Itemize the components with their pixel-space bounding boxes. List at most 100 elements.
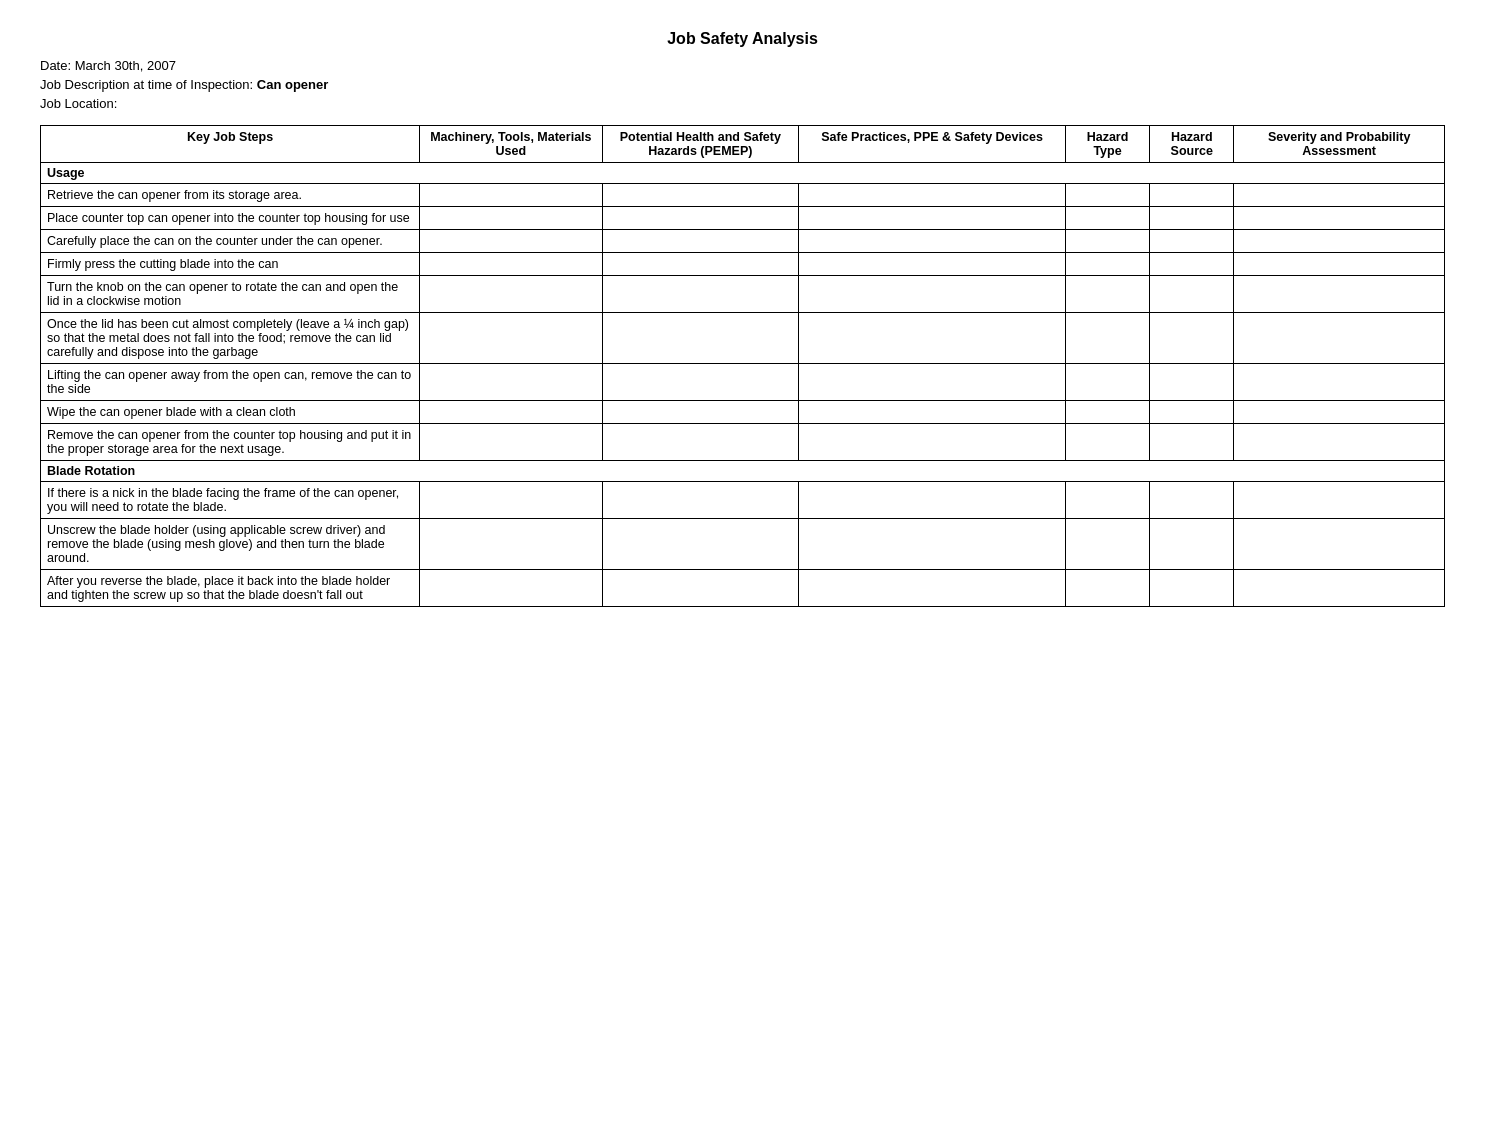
job-desc-value: Can opener bbox=[257, 77, 329, 92]
table-row: Once the lid has been cut almost complet… bbox=[41, 313, 1445, 364]
table-row: Retrieve the can opener from its storage… bbox=[41, 184, 1445, 207]
cell-source bbox=[1150, 253, 1234, 276]
cell-machinery bbox=[420, 313, 603, 364]
cell-type bbox=[1065, 207, 1149, 230]
cell-safe bbox=[799, 313, 1066, 364]
cell-steps: Retrieve the can opener from its storage… bbox=[41, 184, 420, 207]
cell-machinery bbox=[420, 424, 603, 461]
cell-hazards bbox=[602, 207, 799, 230]
cell-type bbox=[1065, 482, 1149, 519]
cell-machinery bbox=[420, 184, 603, 207]
table-row: Firmly press the cutting blade into the … bbox=[41, 253, 1445, 276]
table-header-row: Key Job Steps Machinery, Tools, Material… bbox=[41, 126, 1445, 163]
cell-safe bbox=[799, 401, 1066, 424]
cell-safe bbox=[799, 482, 1066, 519]
cell-hazards bbox=[602, 253, 799, 276]
cell-safe bbox=[799, 570, 1066, 607]
cell-steps: Place counter top can opener into the co… bbox=[41, 207, 420, 230]
header-type: Hazard Type bbox=[1065, 126, 1149, 163]
cell-source bbox=[1150, 424, 1234, 461]
cell-source bbox=[1150, 276, 1234, 313]
cell-hazards bbox=[602, 230, 799, 253]
cell-hazards bbox=[602, 364, 799, 401]
cell-source bbox=[1150, 313, 1234, 364]
cell-hazards bbox=[602, 313, 799, 364]
cell-machinery bbox=[420, 519, 603, 570]
cell-severity bbox=[1234, 401, 1445, 424]
header-hazards: Potential Health and Safety Hazards (PEM… bbox=[602, 126, 799, 163]
cell-type bbox=[1065, 313, 1149, 364]
cell-severity bbox=[1234, 230, 1445, 253]
cell-steps: Turn the knob on the can opener to rotat… bbox=[41, 276, 420, 313]
header-machinery: Machinery, Tools, Materials Used bbox=[420, 126, 603, 163]
cell-steps: After you reverse the blade, place it ba… bbox=[41, 570, 420, 607]
cell-type bbox=[1065, 230, 1149, 253]
header-steps: Key Job Steps bbox=[41, 126, 420, 163]
table-row: Remove the can opener from the counter t… bbox=[41, 424, 1445, 461]
cell-type bbox=[1065, 519, 1149, 570]
cell-source bbox=[1150, 230, 1234, 253]
cell-source bbox=[1150, 401, 1234, 424]
cell-machinery bbox=[420, 364, 603, 401]
cell-machinery bbox=[420, 276, 603, 313]
page-title: Job Safety Analysis bbox=[40, 30, 1445, 48]
cell-severity bbox=[1234, 313, 1445, 364]
cell-hazards bbox=[602, 570, 799, 607]
meta-job-desc: Job Description at time of Inspection: C… bbox=[40, 77, 1445, 92]
cell-source bbox=[1150, 570, 1234, 607]
cell-severity bbox=[1234, 276, 1445, 313]
cell-steps: Wipe the can opener blade with a clean c… bbox=[41, 401, 420, 424]
cell-safe bbox=[799, 207, 1066, 230]
cell-hazards bbox=[602, 424, 799, 461]
cell-type bbox=[1065, 401, 1149, 424]
cell-severity bbox=[1234, 253, 1445, 276]
cell-type bbox=[1065, 276, 1149, 313]
cell-steps: Once the lid has been cut almost complet… bbox=[41, 313, 420, 364]
cell-safe bbox=[799, 519, 1066, 570]
cell-steps: Carefully place the can on the counter u… bbox=[41, 230, 420, 253]
cell-steps: Unscrew the blade holder (using applicab… bbox=[41, 519, 420, 570]
section-header-row: Usage bbox=[41, 163, 1445, 184]
cell-safe bbox=[799, 253, 1066, 276]
cell-steps: If there is a nick in the blade facing t… bbox=[41, 482, 420, 519]
cell-safe bbox=[799, 424, 1066, 461]
cell-machinery bbox=[420, 253, 603, 276]
cell-safe bbox=[799, 230, 1066, 253]
cell-type bbox=[1065, 253, 1149, 276]
cell-hazards bbox=[602, 401, 799, 424]
header-severity: Severity and Probability Assessment bbox=[1234, 126, 1445, 163]
cell-severity bbox=[1234, 424, 1445, 461]
cell-steps: Lifting the can opener away from the ope… bbox=[41, 364, 420, 401]
table-row: After you reverse the blade, place it ba… bbox=[41, 570, 1445, 607]
header-safe: Safe Practices, PPE & Safety Devices bbox=[799, 126, 1066, 163]
cell-hazards bbox=[602, 184, 799, 207]
jsa-table: Key Job Steps Machinery, Tools, Material… bbox=[40, 125, 1445, 607]
cell-steps: Remove the can opener from the counter t… bbox=[41, 424, 420, 461]
cell-machinery bbox=[420, 401, 603, 424]
table-row: Carefully place the can on the counter u… bbox=[41, 230, 1445, 253]
cell-source bbox=[1150, 482, 1234, 519]
header-source: Hazard Source bbox=[1150, 126, 1234, 163]
cell-severity bbox=[1234, 482, 1445, 519]
cell-severity bbox=[1234, 364, 1445, 401]
cell-machinery bbox=[420, 570, 603, 607]
cell-severity bbox=[1234, 519, 1445, 570]
cell-safe bbox=[799, 364, 1066, 401]
cell-source bbox=[1150, 364, 1234, 401]
table-row: Lifting the can opener away from the ope… bbox=[41, 364, 1445, 401]
section-header-row: Blade Rotation bbox=[41, 461, 1445, 482]
cell-machinery bbox=[420, 207, 603, 230]
table-row: Unscrew the blade holder (using applicab… bbox=[41, 519, 1445, 570]
cell-hazards bbox=[602, 276, 799, 313]
cell-type bbox=[1065, 424, 1149, 461]
cell-type bbox=[1065, 184, 1149, 207]
meta-date: Date: March 30th, 2007 bbox=[40, 58, 1445, 73]
cell-safe bbox=[799, 184, 1066, 207]
cell-source bbox=[1150, 519, 1234, 570]
cell-hazards bbox=[602, 519, 799, 570]
cell-severity bbox=[1234, 570, 1445, 607]
cell-type bbox=[1065, 570, 1149, 607]
table-row: Wipe the can opener blade with a clean c… bbox=[41, 401, 1445, 424]
cell-severity bbox=[1234, 207, 1445, 230]
cell-source bbox=[1150, 184, 1234, 207]
